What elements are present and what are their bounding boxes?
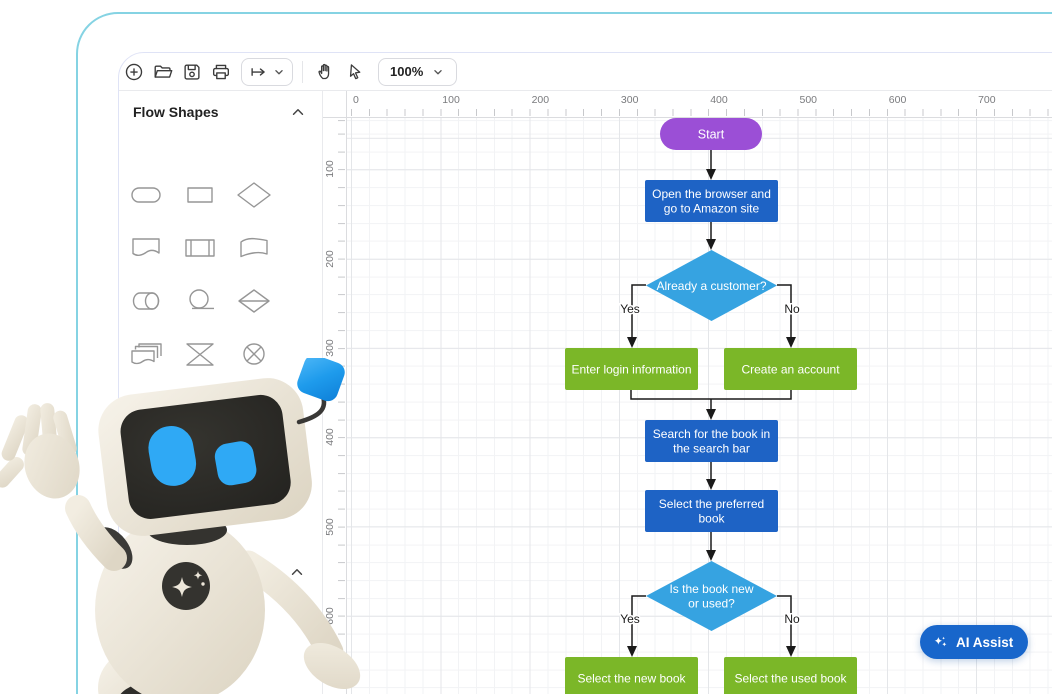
flow-arrowhead	[706, 550, 716, 561]
open-button[interactable]	[150, 59, 176, 85]
ruler-label: 600	[324, 601, 340, 631]
flow-node-select-preferred[interactable]: Select the preferredbook	[645, 490, 778, 532]
flow-arrowhead	[706, 169, 716, 180]
sparkles-icon	[932, 634, 949, 651]
select-tool-button[interactable]	[341, 59, 367, 85]
shape-prepare[interactable]	[232, 283, 276, 319]
shape-internal-storage[interactable]	[178, 389, 222, 425]
ruler-label: 100	[442, 94, 460, 106]
toolbar: 100%	[119, 53, 1052, 91]
flow-node-enter-login[interactable]: Enter login information	[565, 348, 698, 390]
zoom-value: 100%	[390, 64, 423, 79]
ai-assist-label: AI Assist	[956, 635, 1013, 650]
folder-icon	[152, 61, 174, 83]
flow-branch-label: No	[784, 302, 800, 316]
flow-branch-label: Yes	[620, 302, 640, 316]
shape-or-junction[interactable]	[124, 389, 168, 425]
shape-predefined-process[interactable]	[178, 230, 222, 266]
svg-text:Create an account: Create an account	[741, 362, 840, 376]
shape-stored-data[interactable]	[124, 283, 168, 319]
shape-card[interactable]	[232, 230, 276, 266]
shape-document[interactable]	[124, 230, 168, 266]
svg-text:Select the used book: Select the used book	[734, 671, 847, 685]
ruler-corner	[323, 91, 347, 118]
ruler-label: 400	[324, 422, 340, 452]
ruler-label: 500	[800, 94, 818, 106]
ruler-label: 200	[324, 244, 340, 274]
flow-connector	[711, 390, 791, 399]
shape-process[interactable]	[178, 177, 222, 213]
sidebar-title: Flow Shapes	[133, 104, 219, 120]
plus-circle-icon	[123, 61, 145, 83]
ruler-ticks	[347, 109, 1052, 116]
svg-text:Select the new book: Select the new book	[577, 671, 686, 685]
flow-node-open-browser[interactable]: Open the browser andgo to Amazon site	[645, 180, 778, 222]
shape-collate[interactable]	[178, 336, 222, 372]
svg-text:Start: Start	[698, 127, 725, 141]
shapes-sidebar: Flow Shapes	[119, 91, 323, 694]
flow-arrowhead	[627, 646, 637, 657]
shape-loop-limit[interactable]	[178, 283, 222, 319]
ruler-label: 200	[532, 94, 550, 106]
shape-palette	[119, 168, 281, 433]
diagram-app-window: 100% Flow Shapes 0 100 200 300 400 500 600 700 …	[118, 52, 1052, 694]
connector-arrow-icon	[248, 61, 270, 83]
save-button[interactable]	[179, 59, 205, 85]
flow-node-already-customer[interactable]: Already a customer?	[646, 250, 777, 321]
pan-tool-button[interactable]	[312, 59, 338, 85]
flow-node-create-account[interactable]: Create an account	[724, 348, 857, 390]
diagram-canvas[interactable]: Start Open the browser andgo to Amazon si…	[347, 118, 1052, 694]
robot-left-hand	[0, 402, 88, 505]
flow-node-select-used[interactable]: Select the used book	[724, 657, 857, 694]
ruler-label: 500	[324, 512, 340, 542]
toolbar-divider	[302, 61, 303, 83]
ruler-label: 300	[621, 94, 639, 106]
chevron-down-icon	[431, 65, 445, 79]
svg-text:Enter login information: Enter login information	[571, 362, 691, 376]
flow-node-select-new[interactable]: Select the new book	[565, 657, 698, 694]
save-icon	[181, 61, 203, 83]
chevron-up-icon[interactable]	[289, 564, 305, 580]
flow-node-new-or-used[interactable]: Is the book newor used?	[646, 561, 777, 631]
flow-arrowhead	[627, 337, 637, 348]
ruler-label: 400	[710, 94, 728, 106]
print-button[interactable]	[208, 59, 234, 85]
flowchart: Start Open the browser andgo to Amazon si…	[347, 118, 1052, 694]
flow-arrowhead	[786, 646, 796, 657]
new-button[interactable]	[121, 59, 147, 85]
ruler-label: 600	[889, 94, 907, 106]
flow-arrowhead	[706, 409, 716, 420]
cursor-icon	[344, 61, 365, 82]
ruler-label: 300	[324, 333, 340, 363]
ai-assist-button[interactable]: AI Assist	[920, 625, 1028, 659]
connector-style-dropdown[interactable]	[241, 58, 293, 86]
flow-arrowhead	[706, 239, 716, 250]
flow-connector	[631, 390, 711, 399]
chevron-up-icon[interactable]	[290, 104, 306, 120]
ruler-label: 100	[324, 154, 340, 184]
flow-arrowhead	[706, 479, 716, 490]
sidebar-header: Flow Shapes	[119, 91, 322, 120]
flow-node-search-book[interactable]: Search for the book inthe search bar	[645, 420, 778, 462]
chevron-down-icon	[272, 65, 286, 79]
canvas-region: 0 100 200 300 400 500 600 700 100 200 300 400 500 60…	[323, 91, 1052, 694]
svg-text:Open the browser andgo to Amaz: Open the browser andgo to Amazon site	[652, 187, 771, 216]
shape-multi-document[interactable]	[124, 336, 168, 372]
svg-text:Already a customer?: Already a customer?	[656, 279, 766, 293]
flow-branch-label: Yes	[620, 612, 640, 626]
shape-summing-junction[interactable]	[232, 336, 276, 372]
flow-node-start[interactable]: Start	[660, 118, 762, 150]
hand-icon	[315, 61, 336, 82]
ruler-label: 0	[353, 94, 359, 106]
printer-icon	[210, 61, 232, 83]
shape-terminator[interactable]	[124, 177, 168, 213]
ruler-label: 700	[978, 94, 996, 106]
flow-branch-label: No	[784, 612, 800, 626]
vertical-ruler: 100 200 300 400 500 600	[323, 118, 347, 694]
zoom-dropdown[interactable]: 100%	[378, 58, 457, 86]
flow-arrowhead	[786, 337, 796, 348]
shape-decision[interactable]	[232, 177, 276, 213]
horizontal-ruler: 0 100 200 300 400 500 600 700	[347, 91, 1052, 118]
shape-merge[interactable]	[232, 389, 276, 425]
